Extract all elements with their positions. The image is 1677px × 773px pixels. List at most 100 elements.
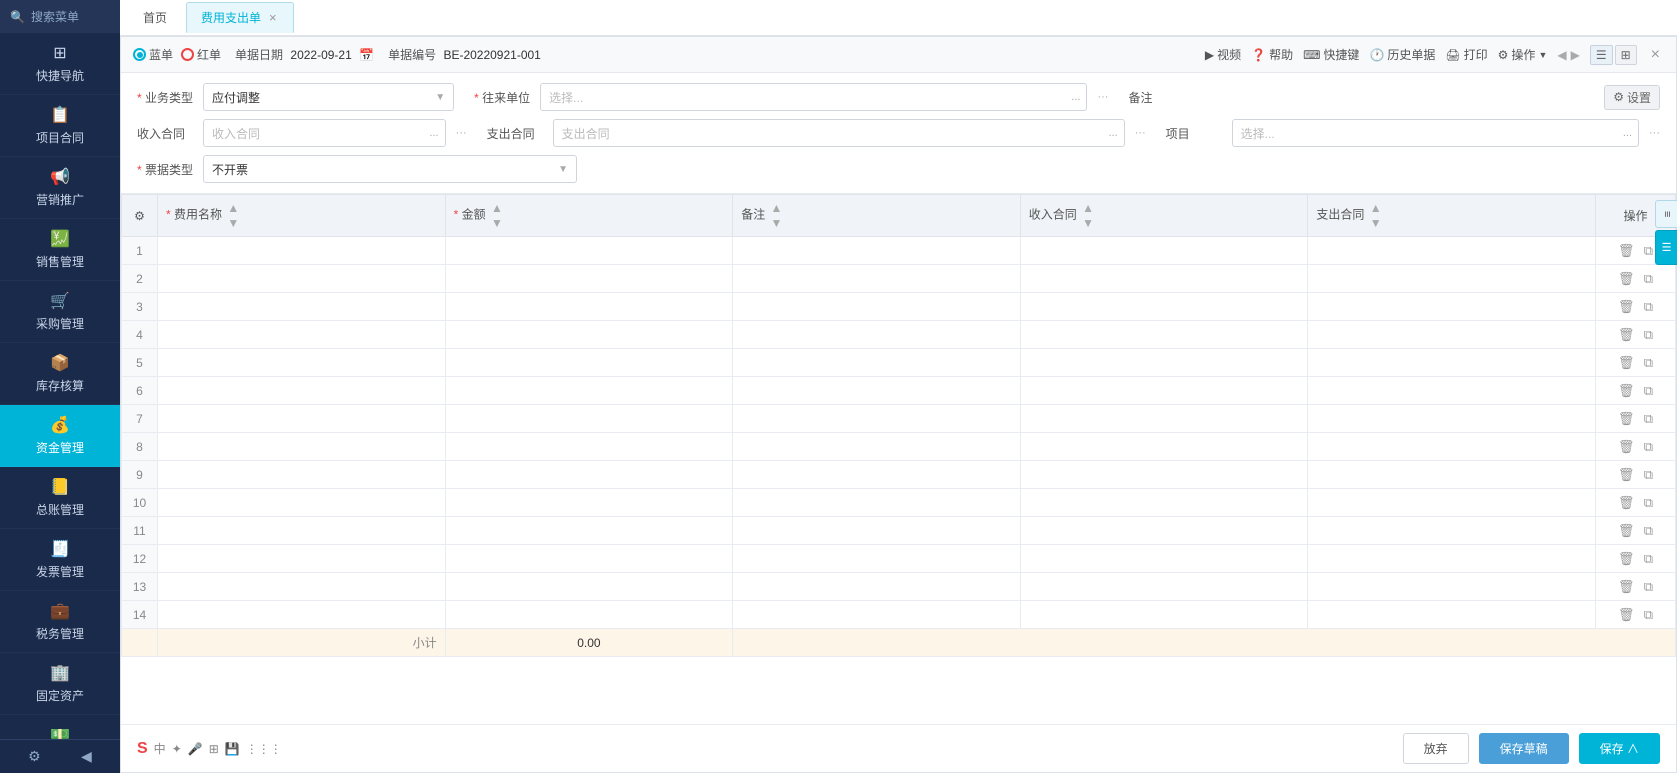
delete-row-btn[interactable]: 🗑	[1615, 438, 1638, 456]
expense-name-cell[interactable]	[158, 601, 446, 629]
project-input[interactable]: 选择...	[1232, 119, 1639, 147]
amount-sort-icons[interactable]: ▲▼	[491, 201, 503, 230]
copy-row-btn[interactable]: ⧉	[1641, 438, 1656, 456]
delete-row-btn[interactable]: 🗑	[1615, 494, 1638, 512]
sidebar-item-sales[interactable]: 💹 销售管理	[0, 219, 120, 281]
income-contract-input[interactable]: 收入合同	[203, 119, 446, 147]
copy-row-btn[interactable]: ⧉	[1641, 410, 1656, 428]
remark-cell[interactable]	[733, 489, 1021, 517]
income-contract-cell[interactable]	[1020, 405, 1308, 433]
remark-cell[interactable]	[733, 517, 1021, 545]
partner-dots-btn[interactable]: ···	[1097, 91, 1108, 103]
sidebar-search[interactable]: 🔍 搜索菜单	[0, 0, 120, 33]
copy-row-btn[interactable]: ⧉	[1641, 354, 1656, 372]
amount-cell[interactable]	[445, 405, 733, 433]
date-value[interactable]: 2022-09-21	[290, 48, 351, 62]
expense-contract-input[interactable]: 支出合同	[553, 119, 1125, 147]
amount-cell[interactable]	[445, 293, 733, 321]
expense-contract-cell[interactable]	[1308, 321, 1596, 349]
expense-contract-cell[interactable]	[1308, 265, 1596, 293]
remark-cell[interactable]	[733, 377, 1021, 405]
expense-name-cell[interactable]	[158, 321, 446, 349]
delete-row-btn[interactable]: 🗑	[1615, 298, 1638, 316]
sidebar-item-project-contract[interactable]: 📋 项目合同	[0, 95, 120, 157]
remark-cell[interactable]	[733, 433, 1021, 461]
expense-name-cell[interactable]	[158, 433, 446, 461]
expense-name-cell[interactable]	[158, 265, 446, 293]
income-contract-dots[interactable]: ···	[456, 127, 467, 139]
copy-row-btn[interactable]: ⧉	[1641, 298, 1656, 316]
sidebar-item-tax[interactable]: 💼 税务管理	[0, 591, 120, 653]
window-close-btn[interactable]: ×	[1647, 46, 1664, 64]
expense-contract-cell[interactable]	[1308, 293, 1596, 321]
sort-icons[interactable]: ▲▼	[227, 201, 239, 230]
expense-name-cell[interactable]	[158, 405, 446, 433]
project-dots[interactable]: ···	[1649, 127, 1660, 139]
amount-cell[interactable]	[445, 573, 733, 601]
delete-row-btn[interactable]: 🗑	[1615, 606, 1638, 624]
expense-contract-cell[interactable]	[1308, 433, 1596, 461]
expense-name-cell[interactable]	[158, 461, 446, 489]
sidebar-item-marketing[interactable]: 📢 营销推广	[0, 157, 120, 219]
radio-blue-label[interactable]: 蓝单	[133, 46, 173, 63]
remark-sort-icons[interactable]: ▲▼	[771, 201, 783, 230]
copy-row-btn[interactable]: ⧉	[1641, 242, 1656, 260]
save-btn[interactable]: 保存 ∧	[1579, 733, 1660, 764]
amount-cell[interactable]	[445, 461, 733, 489]
copy-row-btn[interactable]: ⧉	[1641, 270, 1656, 288]
sidebar-item-fund[interactable]: 💰 资金管理	[0, 405, 120, 467]
expense-contract-cell[interactable]	[1308, 489, 1596, 517]
amount-cell[interactable]	[445, 601, 733, 629]
remark-cell[interactable]	[733, 461, 1021, 489]
table-settings-icon[interactable]: ⚙	[134, 209, 145, 223]
expense-contract-cell[interactable]	[1308, 517, 1596, 545]
income-contract-cell[interactable]	[1020, 573, 1308, 601]
amount-cell[interactable]	[445, 545, 733, 573]
copy-row-btn[interactable]: ⧉	[1641, 550, 1656, 568]
income-contract-cell[interactable]	[1020, 377, 1308, 405]
amount-cell[interactable]	[445, 433, 733, 461]
copy-row-btn[interactable]: ⧉	[1641, 466, 1656, 484]
amount-cell[interactable]	[445, 349, 733, 377]
history-btn[interactable]: 🕐 历史单据	[1369, 46, 1435, 63]
view-list-icon[interactable]: ☰	[1590, 45, 1613, 65]
copy-row-btn[interactable]: ⧉	[1641, 606, 1656, 624]
expense-contract-cell[interactable]	[1308, 573, 1596, 601]
copy-row-btn[interactable]: ⧉	[1641, 578, 1656, 596]
expense-contract-cell[interactable]	[1308, 601, 1596, 629]
sidebar-item-ledger[interactable]: 📒 总账管理	[0, 467, 120, 529]
amount-cell[interactable]	[445, 237, 733, 265]
view-grid-icon[interactable]: ⊞	[1615, 45, 1637, 65]
expand-icon[interactable]: ◀	[81, 748, 92, 765]
expense-name-cell[interactable]	[158, 293, 446, 321]
delete-row-btn[interactable]: 🗑	[1615, 354, 1638, 372]
income-contract-cell[interactable]	[1020, 321, 1308, 349]
income-contract-cell[interactable]	[1020, 545, 1308, 573]
print-btn[interactable]: 🖨 打印	[1445, 46, 1487, 63]
tab-expense[interactable]: 费用支出单 ×	[186, 2, 294, 33]
biz-type-input[interactable]: 应付调整 ▼	[203, 83, 454, 111]
expense-name-cell[interactable]	[158, 377, 446, 405]
income-contract-cell[interactable]	[1020, 461, 1308, 489]
remark-cell[interactable]	[733, 293, 1021, 321]
remark-cell[interactable]	[733, 545, 1021, 573]
copy-row-btn[interactable]: ⧉	[1641, 494, 1656, 512]
radio-red-label[interactable]: 红单	[181, 46, 221, 63]
delete-row-btn[interactable]: 🗑	[1615, 326, 1638, 344]
expense-contract-cell[interactable]	[1308, 377, 1596, 405]
income-contract-cell[interactable]	[1020, 237, 1308, 265]
expense-name-cell[interactable]	[158, 237, 446, 265]
expense-name-cell[interactable]	[158, 517, 446, 545]
delete-row-btn[interactable]: 🗑	[1615, 578, 1638, 596]
expense-name-cell[interactable]	[158, 489, 446, 517]
delete-row-btn[interactable]: 🗑	[1615, 382, 1638, 400]
copy-row-btn[interactable]: ⧉	[1641, 382, 1656, 400]
invoice-type-input[interactable]: 不开票 ▼	[203, 155, 577, 183]
income-contract-cell[interactable]	[1020, 489, 1308, 517]
sidebar-item-fixed-assets[interactable]: 🏢 固定资产	[0, 653, 120, 715]
remark-cell[interactable]	[733, 601, 1021, 629]
settings-bottom-icon[interactable]: ⚙	[28, 748, 41, 765]
amount-cell[interactable]	[445, 265, 733, 293]
tab-expense-close[interactable]: ×	[267, 11, 279, 24]
sidebar-item-quick-nav[interactable]: ⊞ 快捷导航	[0, 33, 120, 95]
